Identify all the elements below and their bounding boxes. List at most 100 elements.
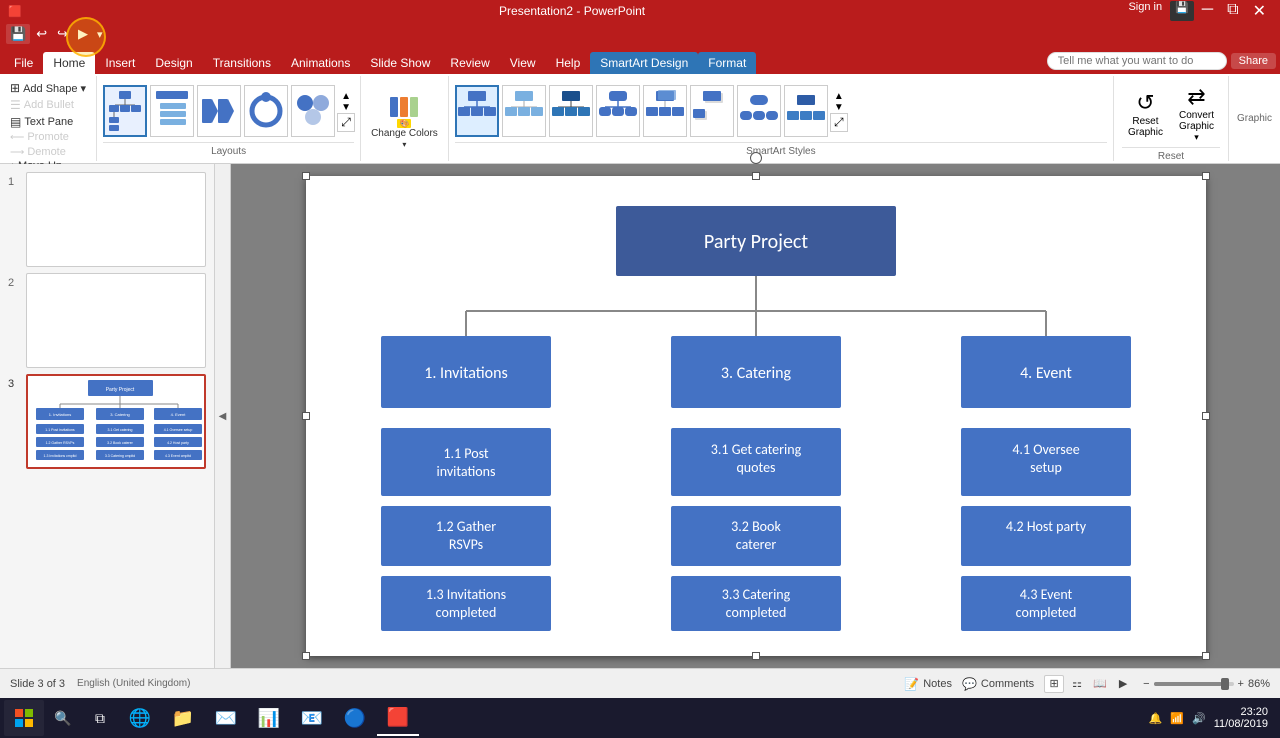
slide-preview-1[interactable] [26,172,206,267]
comments-btn[interactable]: 💬 Comments [962,677,1034,691]
tab-file[interactable]: File [4,52,43,74]
handle-rotate[interactable] [750,152,762,164]
task-view-btn[interactable]: ⧉ [82,700,118,736]
tab-animations[interactable]: Animations [281,52,360,74]
volume-icon[interactable]: 🔊 [1192,712,1206,725]
search-taskbar-btn[interactable]: 🔍 [45,700,81,736]
style-shadow-btn[interactable] [690,85,734,137]
save-quick-btn[interactable]: 💾 [6,24,30,44]
styles-scroll[interactable]: ▲ ▼ ⤢ [831,85,847,137]
taskbar-mail[interactable]: ✉️ [205,700,247,736]
add-shape-btn[interactable]: ⊞ Add Shape ▾ [8,80,88,96]
panel-collapse-btn[interactable]: ◀ [215,164,231,668]
tab-design[interactable]: Design [145,52,202,74]
org-chart-svg[interactable]: Party Project 1. Invitations [326,196,1186,636]
svg-text:3.1 Get catering: 3.1 Get catering [108,428,133,432]
demote-btn[interactable]: ⟶ Demote [8,145,88,159]
handle-tc[interactable] [752,172,760,180]
save-icon[interactable]: 💾 [1170,1,1194,21]
start-btn[interactable] [4,700,44,736]
change-colors-btn[interactable]: 🎨 Change Colors ▾ [361,76,449,161]
layout-hierarchy-btn[interactable] [103,85,147,137]
style-flat-btn[interactable] [455,85,499,137]
clock[interactable]: 23:20 11/08/2019 [1214,706,1268,730]
undo-btn[interactable]: ↩ [32,24,51,44]
taskbar-file-explorer[interactable]: 📁 [162,700,204,736]
handle-bc[interactable] [752,652,760,660]
style-more-2[interactable] [784,85,828,137]
layouts-scroll[interactable]: ▲ ▼ ⤢ [338,85,354,137]
slide-sorter-btn[interactable]: ⚏ [1067,675,1087,693]
handle-mr[interactable] [1202,412,1210,420]
convert-graphic-btn[interactable]: ⇄ ConvertGraphic ▾ [1173,80,1220,147]
tab-transitions[interactable]: Transitions [203,52,281,74]
wifi-icon[interactable]: 📶 [1170,712,1184,725]
layout-relationship-btn[interactable] [291,85,335,137]
layout-process-btn[interactable] [197,85,241,137]
zoom-in-btn[interactable]: + [1238,678,1244,690]
slide-canvas[interactable]: Party Project 1. Invitations [306,176,1206,656]
sign-in-btn[interactable]: Sign in [1122,1,1168,21]
search-input[interactable] [1047,52,1227,70]
zoom-level: 86% [1248,678,1270,690]
handle-bl[interactable] [302,652,310,660]
slideshow-btn[interactable]: ▶ [1113,675,1133,693]
style-3d-btn[interactable] [643,85,687,137]
tab-format[interactable]: Format [698,52,756,74]
notes-btn[interactable]: 📝 Notes [904,677,952,691]
taskbar-edge[interactable]: 🌐 [119,700,161,736]
reset-graphic-btn[interactable]: ↺ ResetGraphic [1122,86,1169,142]
style-more-1[interactable] [737,85,781,137]
text-pane-btn[interactable]: ▤ Text Pane [8,114,88,130]
slide-preview-3[interactable]: Party Project 1. Invitations 3. Catering… [26,374,206,469]
tab-view[interactable]: View [500,52,546,74]
redo-btn[interactable]: ↪ [53,24,72,44]
handle-tr[interactable] [1202,172,1210,180]
tab-smartart-design[interactable]: SmartArt Design [590,52,698,74]
layout-cycle-btn[interactable] [244,85,288,137]
add-bullet-btn[interactable]: ☰ Add Bullet [8,97,88,113]
slide-thumb-2[interactable]: 2 [8,273,206,368]
language-info: English (United Kingdom) [77,678,190,689]
share-btn[interactable]: Share [1231,53,1276,69]
promote-btn[interactable]: ⟵ Promote [8,130,88,144]
main-area: 1 2 3 Party Project [0,164,1280,668]
restore-btn[interactable]: ⧉ [1221,1,1244,21]
taskbar-chrome[interactable]: 🔵 [334,700,376,736]
slide-preview-2[interactable] [26,273,206,368]
taskbar-outlook[interactable]: 📧 [291,700,333,736]
style-moderate-btn[interactable] [549,85,593,137]
tab-help[interactable]: Help [546,52,591,74]
zoom-fill [1154,682,1223,686]
zoom-out-btn[interactable]: − [1143,678,1149,690]
svg-text:1.2 Gather RSVPs: 1.2 Gather RSVPs [46,441,75,445]
create-graphic-group: ⊞ Add Shape ▾ ☰ Add Bullet ▤ Text Pane ⟵… [0,76,97,161]
tab-review[interactable]: Review [440,52,499,74]
present-btn[interactable]: ▶ [74,24,92,43]
handle-ml[interactable] [302,412,310,420]
close-btn[interactable]: ✕ [1247,1,1272,21]
reset-group: ↺ ResetGraphic ⇄ ConvertGraphic ▾ Reset [1114,76,1229,161]
ribbon-content: ⊞ Add Shape ▾ ☰ Add Bullet ▤ Text Pane ⟵… [0,74,1280,164]
zoom-slider[interactable] [1154,682,1234,686]
reading-view-btn[interactable]: 📖 [1090,675,1110,693]
notifications-icon[interactable]: 🔔 [1149,712,1163,725]
taskbar-powerpoint[interactable]: 🟥 [377,700,419,736]
layouts-group: ▲ ▼ ⤢ Layouts [97,76,361,161]
svg-text:3.3 Catering: 3.3 Catering [721,586,790,603]
normal-view-btn[interactable]: ⊞ [1044,675,1064,693]
tab-home[interactable]: Home [43,52,95,74]
slide-thumb-3[interactable]: 3 Party Project 1. Invitations [8,374,206,469]
tab-slideshow[interactable]: Slide Show [360,52,440,74]
minimize-btn[interactable]: ─ [1196,1,1219,21]
style-subtle-btn[interactable] [502,85,546,137]
style-intense-btn[interactable] [596,85,640,137]
handle-tl[interactable] [302,172,310,180]
zoom-thumb[interactable] [1221,678,1229,690]
layout-list-btn[interactable] [150,85,194,137]
taskbar-excel[interactable]: 📊 [248,700,290,736]
handle-br[interactable] [1202,652,1210,660]
slide-thumb-1[interactable]: 1 [8,172,206,267]
tab-insert[interactable]: Insert [95,52,145,74]
qa-dropdown[interactable]: ▾ [94,26,106,43]
